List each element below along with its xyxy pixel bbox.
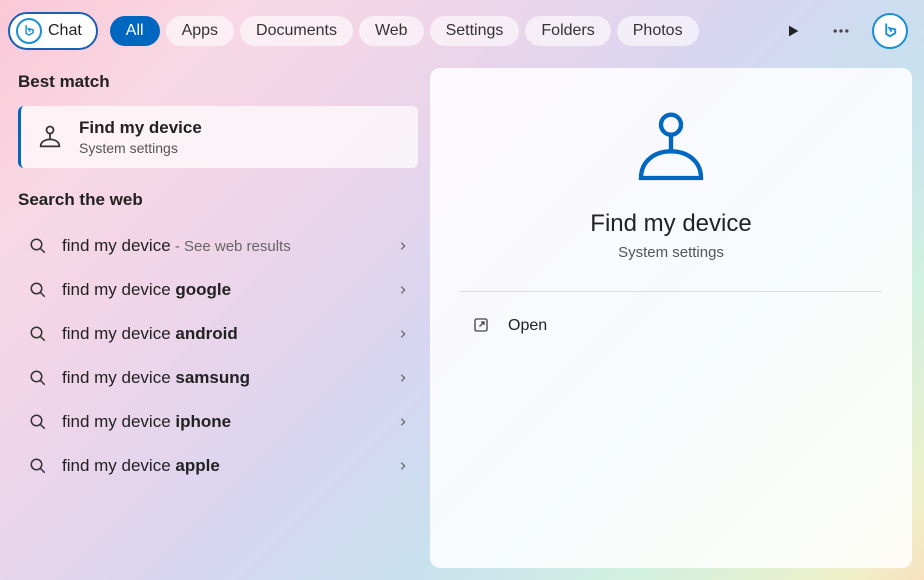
open-action[interactable]: Open: [460, 310, 882, 342]
chevron-right-icon: [398, 238, 408, 254]
chevron-right-icon: [398, 458, 408, 474]
filter-tab-all[interactable]: All: [110, 16, 160, 46]
web-result-text: find my device google: [62, 280, 384, 300]
location-settings-icon: [35, 122, 65, 152]
results-panel: Best match Find my device System setting…: [0, 62, 428, 580]
search-icon: [28, 236, 48, 256]
filter-tab-apps[interactable]: Apps: [166, 16, 234, 46]
web-result-text: find my device android: [62, 324, 384, 344]
filter-tab-folders[interactable]: Folders: [525, 16, 610, 46]
web-result-text: find my device apple: [62, 456, 384, 476]
web-result-text: find my device iphone: [62, 412, 384, 432]
chevron-right-icon: [398, 370, 408, 386]
filter-tab-photos[interactable]: Photos: [617, 16, 699, 46]
detail-panel: Find my device System settings Open: [430, 68, 912, 568]
chevron-right-icon: [398, 326, 408, 342]
chevron-right-icon: [398, 282, 408, 298]
bing-logo-icon[interactable]: [872, 13, 908, 49]
web-result[interactable]: find my device android: [18, 312, 418, 356]
detail-title: Find my device: [590, 210, 751, 238]
search-icon: [28, 324, 48, 344]
best-match-result[interactable]: Find my device System settings: [18, 106, 418, 168]
web-result[interactable]: find my device samsung: [18, 356, 418, 400]
chat-button[interactable]: Chat: [8, 12, 98, 50]
web-result[interactable]: find my device iphone: [18, 400, 418, 444]
top-right-controls: [776, 13, 916, 49]
play-button[interactable]: [776, 14, 810, 48]
detail-subtitle: System settings: [618, 244, 724, 261]
search-icon: [28, 280, 48, 300]
filter-tabs: AllAppsDocumentsWebSettingsFoldersPhotos: [110, 16, 699, 46]
bing-chat-icon: [16, 18, 42, 44]
filter-tab-documents[interactable]: Documents: [240, 16, 353, 46]
best-match-header: Best match: [18, 72, 418, 92]
chevron-right-icon: [398, 414, 408, 430]
search-web-header: Search the web: [18, 190, 418, 210]
web-result-text: find my device samsung: [62, 368, 384, 388]
find-device-icon: [631, 108, 711, 188]
web-results-list: find my device - See web results find my …: [18, 224, 418, 488]
content-area: Best match Find my device System setting…: [0, 62, 924, 580]
best-match-title: Find my device: [79, 118, 202, 138]
divider: [460, 291, 882, 292]
web-result[interactable]: find my device apple: [18, 444, 418, 488]
best-match-text: Find my device System settings: [79, 118, 202, 156]
open-label: Open: [508, 317, 547, 335]
top-bar: Chat AllAppsDocumentsWebSettingsFoldersP…: [0, 0, 924, 62]
more-button[interactable]: [824, 14, 858, 48]
filter-tab-web[interactable]: Web: [359, 16, 424, 46]
web-result[interactable]: find my device - See web results: [18, 224, 418, 268]
open-icon: [472, 316, 492, 336]
web-result-text: find my device - See web results: [62, 236, 384, 256]
filter-tab-settings[interactable]: Settings: [430, 16, 520, 46]
chat-label: Chat: [48, 22, 82, 40]
best-match-subtitle: System settings: [79, 140, 202, 156]
search-icon: [28, 368, 48, 388]
search-icon: [28, 412, 48, 432]
web-result[interactable]: find my device google: [18, 268, 418, 312]
search-icon: [28, 456, 48, 476]
